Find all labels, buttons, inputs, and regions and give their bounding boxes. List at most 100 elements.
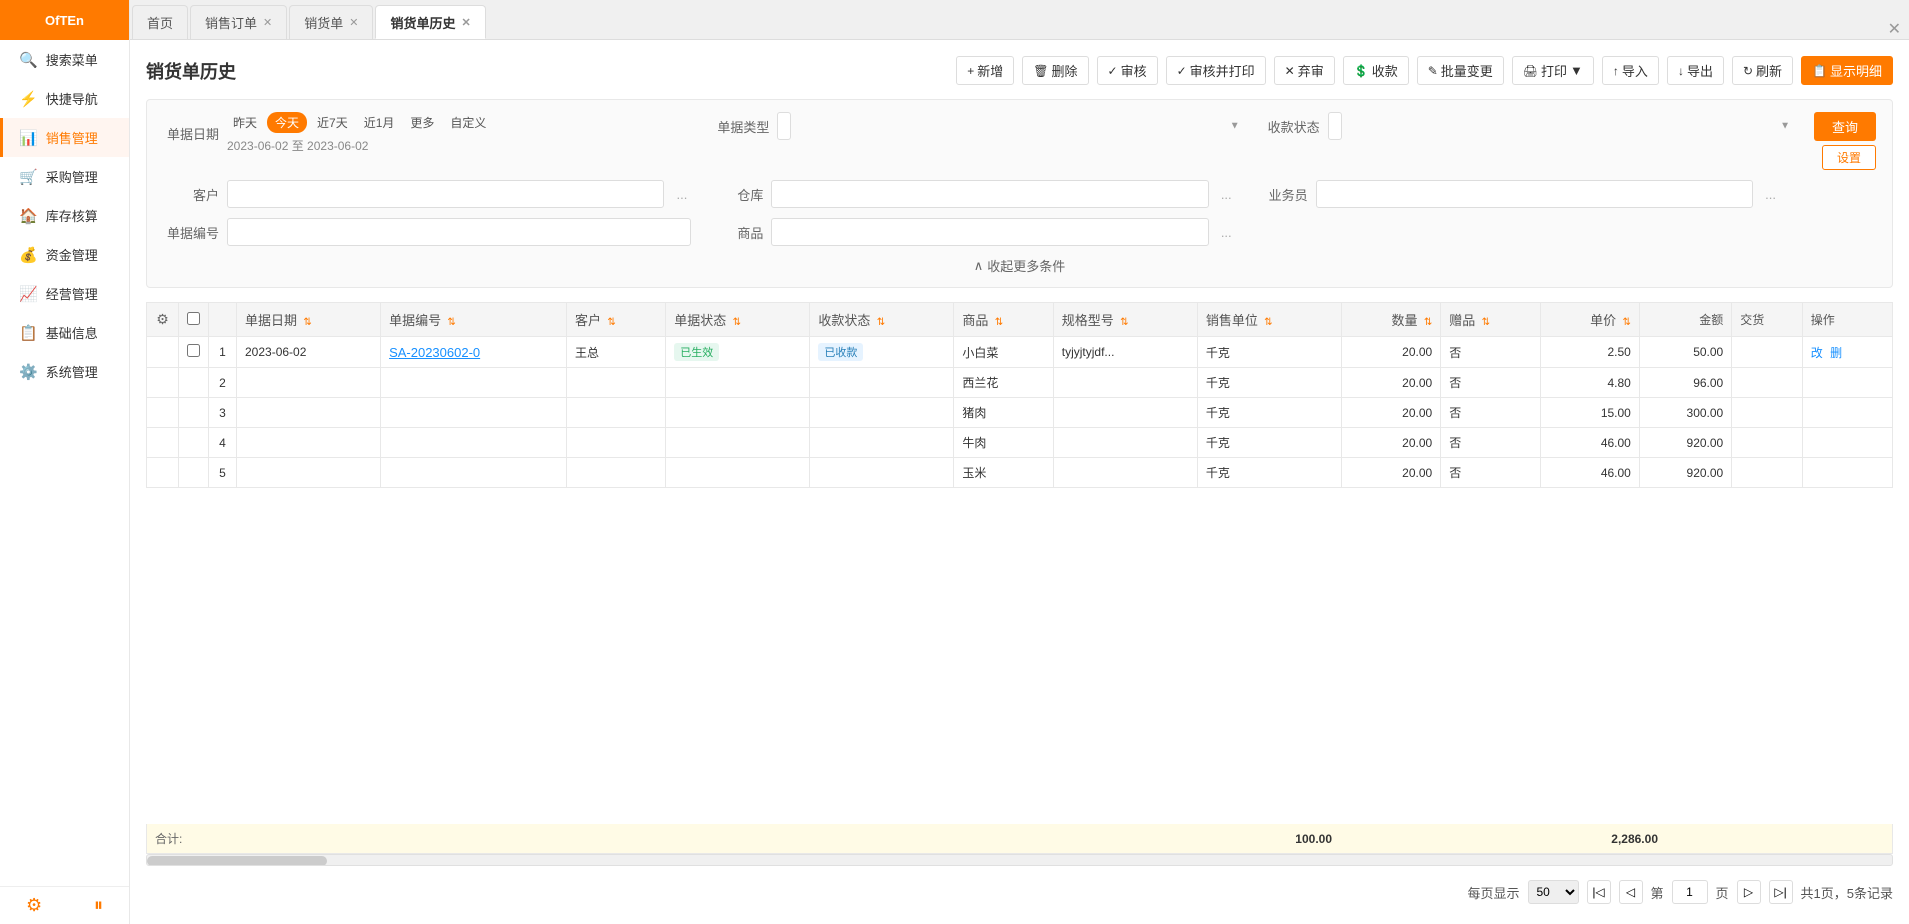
collect-status-select[interactable] <box>1328 112 1342 140</box>
col-goods[interactable]: 商品 ⇅ <box>954 303 1053 337</box>
row-checkbox-cell[interactable] <box>179 368 209 398</box>
show-detail-button[interactable]: 📋 显示明细 <box>1801 56 1893 85</box>
sidebar-item-quick-nav[interactable]: ⚡ 快捷导航 <box>0 79 129 118</box>
col-settings[interactable]: ⚙ <box>147 303 179 337</box>
doc-no-link[interactable]: SA-20230602-0 <box>389 345 480 360</box>
tab-home[interactable]: 首页 <box>132 5 188 39</box>
customer-dots[interactable]: ... <box>672 187 691 202</box>
col-spec-type[interactable]: 规格型号 ⇅ <box>1053 303 1197 337</box>
tab-sales-history-close[interactable]: ✕ <box>462 16 471 29</box>
date-7days-btn[interactable]: 近7天 <box>311 112 354 133</box>
col-doc-status[interactable]: 单据状态 ⇅ <box>666 303 810 337</box>
row-doc-status <box>666 428 810 458</box>
row-checkbox-cell[interactable] <box>179 398 209 428</box>
row-collect-status: 已收款 <box>810 337 954 368</box>
col-sales-unit[interactable]: 销售单位 ⇅ <box>1197 303 1341 337</box>
last-page-button[interactable]: ▷| <box>1769 880 1793 904</box>
page-number-input[interactable] <box>1672 880 1708 904</box>
row-gift: 否 <box>1441 337 1540 368</box>
row-amount: 50.00 <box>1639 337 1731 368</box>
per-page-select[interactable]: 50 100 200 <box>1528 880 1579 904</box>
col-unit-price[interactable]: 单价 ⇅ <box>1540 303 1639 337</box>
date-more-btn[interactable]: 更多 <box>404 112 440 133</box>
row-sales-unit: 千克 <box>1197 368 1341 398</box>
new-button[interactable]: + 新增 <box>956 56 1014 85</box>
edit-op-btn[interactable]: 改 <box>1811 346 1823 360</box>
sidebar-item-sales-mgmt[interactable]: 📊 销售管理 <box>0 118 129 157</box>
query-button[interactable]: 查询 <box>1814 112 1876 141</box>
close-all-tabs-button[interactable]: ✕ <box>1888 19 1901 39</box>
warehouse-input[interactable] <box>771 180 1208 208</box>
sidebar-item-inventory[interactable]: 🏠 库存核算 <box>0 196 129 235</box>
warehouse-dots[interactable]: ... <box>1217 187 1236 202</box>
select-all-checkbox[interactable] <box>187 312 200 325</box>
row-sales-unit: 千克 <box>1197 337 1341 368</box>
next-page-button[interactable]: ▷ <box>1737 880 1761 904</box>
row-settings-cell <box>147 368 179 398</box>
col-checkbox[interactable] <box>179 303 209 337</box>
first-page-button[interactable]: |◁ <box>1587 880 1611 904</box>
row-checkbox-cell[interactable] <box>179 337 209 368</box>
sidebar-item-search-menu[interactable]: 🔍 搜索菜单 <box>0 40 129 79</box>
table-row: 5 玉米 千克 20.00 否 46.00 920.00 <box>147 458 1893 488</box>
customer-input[interactable] <box>227 180 664 208</box>
goods-dots[interactable]: ... <box>1217 225 1236 240</box>
col-doc-date[interactable]: 单据日期 ⇅ <box>237 303 381 337</box>
sidebar-gear-button[interactable]: ⚙ <box>26 895 42 916</box>
doc-no-input[interactable] <box>227 218 691 246</box>
scrollbar-thumb[interactable] <box>147 856 327 866</box>
row-checkbox-cell[interactable] <box>179 428 209 458</box>
date-yesterday-btn[interactable]: 昨天 <box>227 112 263 133</box>
collapse-button[interactable]: ∧ 收起更多条件 <box>163 252 1876 275</box>
row-amount: 96.00 <box>1639 368 1731 398</box>
doc-type-label: 单据类型 <box>713 117 769 136</box>
footer-total-amount: 2,286.00 <box>1558 832 1658 846</box>
salesman-dots[interactable]: ... <box>1761 187 1780 202</box>
import-button[interactable]: ↑ 导入 <box>1602 56 1659 85</box>
goods-input[interactable] <box>771 218 1208 246</box>
col-doc-no[interactable]: 单据编号 ⇅ <box>381 303 567 337</box>
audit-print-button[interactable]: ✓ 审核并打印 <box>1166 56 1266 85</box>
col-customer[interactable]: 客户 ⇅ <box>566 303 665 337</box>
tab-sales-order[interactable]: 销售订单 ✕ <box>190 5 287 39</box>
row-gift: 否 <box>1441 368 1540 398</box>
sidebar-item-system-mgmt[interactable]: ⚙️ 系统管理 <box>0 352 129 391</box>
doc-type-select[interactable] <box>777 112 791 140</box>
abandon-button[interactable]: ✕ 弃审 <box>1274 56 1335 85</box>
audit-button[interactable]: ✓ 审核 <box>1097 56 1158 85</box>
refresh-button[interactable]: ↻ 刷新 <box>1732 56 1793 85</box>
sidebar-item-finance-mgmt[interactable]: 💰 资金管理 <box>0 235 129 274</box>
row-transaction <box>1732 368 1803 398</box>
col-amount: 金额 <box>1639 303 1731 337</box>
salesman-input[interactable] <box>1316 180 1753 208</box>
sidebar-item-operation-mgmt[interactable]: 📈 经营管理 <box>0 274 129 313</box>
del-op-btn[interactable]: 删 <box>1830 346 1842 360</box>
row-checkbox-cell[interactable] <box>179 458 209 488</box>
delete-button[interactable]: 🗑 删除 <box>1022 56 1088 85</box>
sidebar-item-basic-info[interactable]: 📋 基础信息 <box>0 313 129 352</box>
tab-sales-delivery-close[interactable]: ✕ <box>349 16 358 29</box>
sidebar-item-label: 销售管理 <box>46 128 98 147</box>
row-customer <box>566 458 665 488</box>
horizontal-scrollbar[interactable] <box>146 854 1893 866</box>
col-quantity[interactable]: 数量 ⇅ <box>1341 303 1440 337</box>
sidebar-item-purchase-mgmt[interactable]: 🛒 采购管理 <box>0 157 129 196</box>
collect-button[interactable]: 💲 收款 <box>1343 56 1409 85</box>
tab-sales-history[interactable]: 销货单历史 ✕ <box>375 5 485 39</box>
column-settings-icon[interactable]: ⚙ <box>156 311 169 327</box>
tab-sales-order-close[interactable]: ✕ <box>263 16 272 29</box>
date-today-btn[interactable]: 今天 <box>267 112 307 133</box>
batch-change-button[interactable]: ✎ 批量变更 <box>1417 56 1504 85</box>
col-collect-status[interactable]: 收款状态 ⇅ <box>810 303 954 337</box>
settings-button[interactable]: 设置 <box>1822 145 1876 170</box>
sidebar-pause-button[interactable]: ⏸ <box>94 895 103 916</box>
prev-page-button[interactable]: ◁ <box>1619 880 1643 904</box>
date-custom-btn[interactable]: 自定义 <box>444 112 492 133</box>
tab-sales-delivery[interactable]: 销货单 ✕ <box>289 5 373 39</box>
batch-change-icon: ✎ <box>1428 64 1438 78</box>
print-button[interactable]: 🖨 打印 ▼ <box>1512 56 1594 85</box>
date-1month-btn[interactable]: 近1月 <box>358 112 401 133</box>
export-button[interactable]: ↓ 导出 <box>1667 56 1724 85</box>
col-gift[interactable]: 赠品 ⇅ <box>1441 303 1540 337</box>
row-checkbox[interactable] <box>187 344 200 357</box>
